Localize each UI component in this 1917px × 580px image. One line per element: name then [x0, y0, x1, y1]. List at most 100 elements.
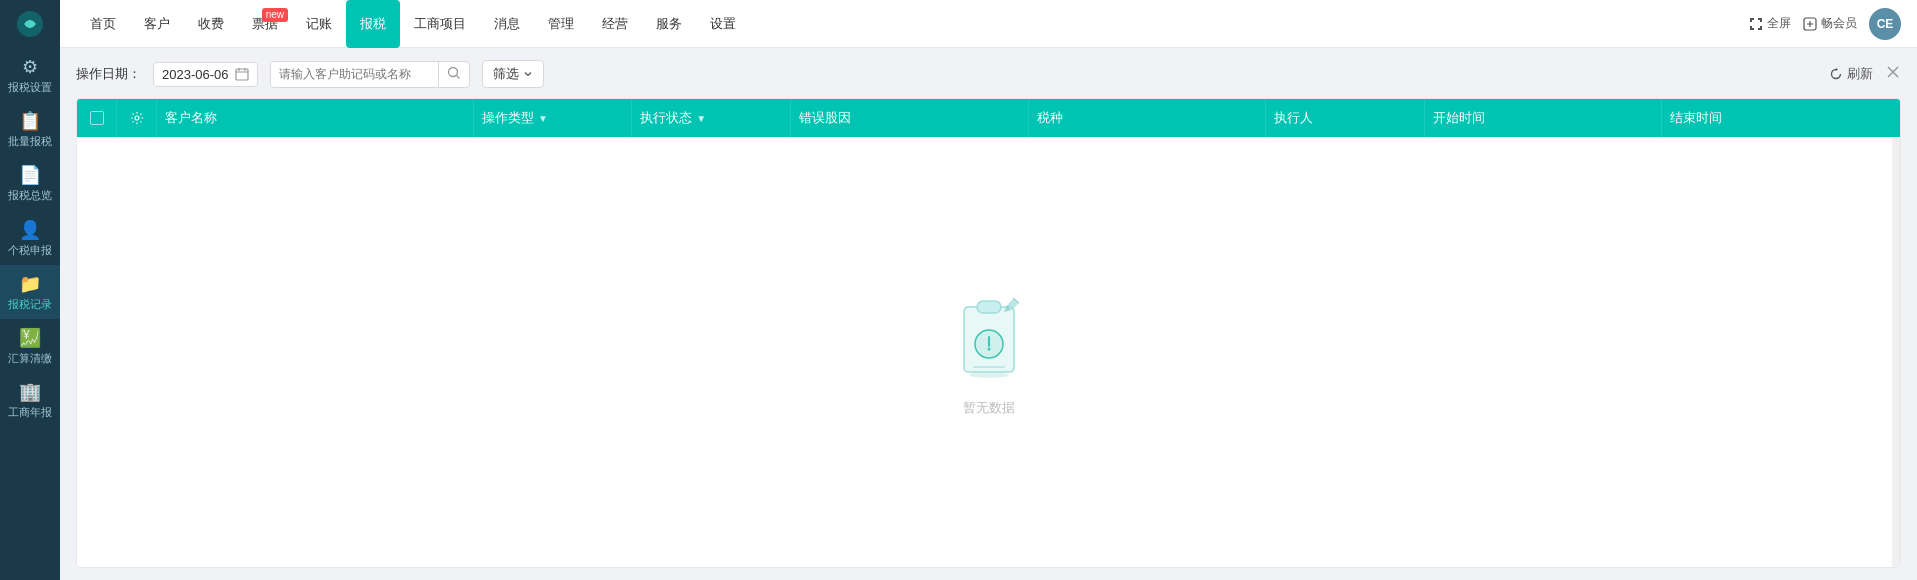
fullscreen-icon	[1749, 17, 1763, 31]
svg-point-11	[969, 372, 1009, 378]
calendar-icon	[235, 67, 249, 81]
col-error-reason: 错误股因	[791, 99, 1029, 137]
settlement-icon: 💹	[19, 327, 41, 349]
sidebar-item-tax-records[interactable]: 📁 报税记录	[0, 265, 60, 319]
sidebar-label-tax-records: 报税记录	[8, 298, 52, 311]
nav-item-accounts[interactable]: 记账	[292, 0, 346, 48]
nav-label-tax: 报税	[360, 15, 386, 33]
search-input[interactable]	[271, 63, 438, 85]
col-operation-type[interactable]: 操作类型 ▼	[474, 99, 632, 137]
empty-text: 暂无数据	[963, 399, 1015, 417]
nav-label-messages: 消息	[494, 15, 520, 33]
personal-tax-icon: 👤	[19, 219, 41, 241]
close-icon	[1885, 64, 1901, 80]
close-button[interactable]	[1885, 64, 1901, 84]
header-checkbox[interactable]	[90, 111, 104, 125]
batch-tax-icon: 📋	[19, 110, 41, 132]
nav-label-clients: 客户	[144, 15, 170, 33]
nav-label-operations: 经营	[602, 15, 628, 33]
sidebar-logo	[0, 0, 60, 48]
svg-point-8	[987, 348, 990, 351]
refresh-button[interactable]: 刷新	[1829, 65, 1873, 83]
nav-item-invoice[interactable]: 票据new	[238, 0, 292, 48]
tax-settings-icon: ⚙	[22, 56, 38, 78]
page-content: 操作日期： 2023-06-06	[60, 48, 1917, 580]
filter-button[interactable]: 筛选	[482, 60, 544, 88]
member-btn[interactable]: 畅会员	[1803, 15, 1857, 32]
sidebar-item-tax-overview[interactable]: 📄 报税总览	[0, 156, 60, 210]
nav-label-management: 管理	[548, 15, 574, 33]
sidebar-item-tax-settings[interactable]: ⚙ 报税设置	[0, 48, 60, 102]
svg-rect-6	[977, 301, 1001, 313]
col-gear[interactable]	[117, 99, 157, 137]
sidebar-label-tax-settings: 报税设置	[8, 81, 52, 94]
member-label: 畅会员	[1821, 15, 1857, 32]
sidebar-item-batch-tax[interactable]: 📋 批量报税	[0, 102, 60, 156]
nav-item-messages[interactable]: 消息	[480, 0, 534, 48]
search-icon	[447, 66, 461, 80]
table-body: 暂无数据	[77, 137, 1900, 567]
search-button[interactable]	[438, 62, 469, 87]
toolbar-right: 刷新	[1829, 64, 1901, 84]
nav-label-billing: 收费	[198, 15, 224, 33]
nav-item-settings[interactable]: 设置	[696, 0, 750, 48]
col-tax-type: 税种	[1029, 99, 1267, 137]
sidebar: ⚙ 报税设置 📋 批量报税 📄 报税总览 👤 个税申报 📁 报税记录 💹 汇算清…	[0, 0, 60, 580]
topnav-right: 全屏 畅会员 CE	[1749, 8, 1901, 40]
date-input[interactable]: 2023-06-06	[153, 62, 258, 87]
sidebar-label-personal-tax: 个税申报	[8, 244, 52, 257]
nav-item-clients[interactable]: 客户	[130, 0, 184, 48]
nav-label-home: 首页	[90, 15, 116, 33]
refresh-icon	[1829, 67, 1843, 81]
nav-label-settings: 设置	[710, 15, 736, 33]
filter-icon: ▼	[538, 113, 548, 124]
nav-item-services[interactable]: 服务	[642, 0, 696, 48]
main-container: 首页 客户 收费票据new 记账 报税工商项目消息 管理 经营 服务 设置 全屏 畅会员 CE	[60, 0, 1917, 580]
topnav: 首页 客户 收费票据new 记账 报税工商项目消息 管理 经营 服务 设置 全屏 畅会员 CE	[60, 0, 1917, 48]
date-value: 2023-06-06	[162, 67, 229, 82]
fullscreen-label: 全屏	[1767, 15, 1791, 32]
avatar[interactable]: CE	[1869, 8, 1901, 40]
col-end-time: 结束时间	[1662, 99, 1900, 137]
sidebar-label-tax-overview: 报税总览	[8, 189, 52, 202]
search-box	[270, 61, 470, 88]
nav-label-accounts: 记账	[306, 15, 332, 33]
sidebar-item-settlement[interactable]: 💹 汇算清缴	[0, 319, 60, 373]
nav-item-business[interactable]: 工商项目	[400, 0, 480, 48]
sidebar-item-annual-report[interactable]: 🏢 工商年报	[0, 373, 60, 427]
nav-item-management[interactable]: 管理	[534, 0, 588, 48]
fullscreen-btn[interactable]: 全屏	[1749, 15, 1791, 32]
nav-label-services: 服务	[656, 15, 682, 33]
annual-report-icon: 🏢	[19, 381, 41, 403]
sidebar-item-personal-tax[interactable]: 👤 个税申报	[0, 211, 60, 265]
nav-item-tax[interactable]: 报税	[346, 0, 400, 48]
col-exec-status[interactable]: 执行状态 ▼	[632, 99, 790, 137]
chevron-down-icon	[523, 69, 533, 79]
table-container: 客户名称 操作类型 ▼ 执行状态 ▼ 错误股因 税种	[76, 98, 1901, 568]
avatar-text: CE	[1877, 17, 1894, 31]
gear-icon	[130, 111, 144, 125]
sidebar-label-batch-tax: 批量报税	[8, 135, 52, 148]
member-icon	[1803, 17, 1817, 31]
tax-records-icon: 📁	[19, 273, 41, 295]
content-area: 操作日期： 2023-06-06	[60, 48, 1917, 580]
nav-badge-invoice: new	[262, 8, 288, 22]
col-checkbox[interactable]	[77, 99, 117, 137]
col-client-name: 客户名称	[157, 99, 474, 137]
svg-rect-2	[236, 69, 248, 80]
toolbar: 操作日期： 2023-06-06	[76, 60, 1901, 88]
nav-item-billing[interactable]: 收费	[184, 0, 238, 48]
scroll-indicator	[1892, 137, 1900, 567]
col-executor: 执行人	[1266, 99, 1424, 137]
app-logo-icon	[16, 10, 44, 38]
nav-item-operations[interactable]: 经营	[588, 0, 642, 48]
table-header: 客户名称 操作类型 ▼ 执行状态 ▼ 错误股因 税种	[77, 99, 1900, 137]
date-label: 操作日期：	[76, 65, 141, 83]
sidebar-label-settlement: 汇算清缴	[8, 352, 52, 365]
svg-point-4	[135, 116, 139, 120]
refresh-label: 刷新	[1847, 65, 1873, 83]
col-start-time: 开始时间	[1425, 99, 1663, 137]
filter-icon: ▼	[696, 113, 706, 124]
nav-item-home[interactable]: 首页	[76, 0, 130, 48]
filter-label: 筛选	[493, 65, 519, 83]
